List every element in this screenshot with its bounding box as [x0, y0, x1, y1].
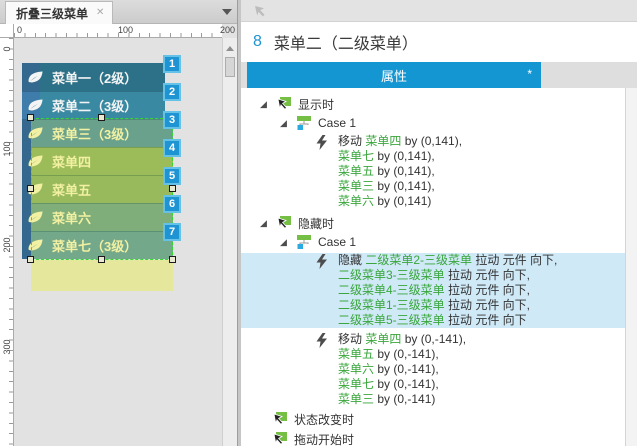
leaf-icon — [28, 71, 43, 83]
collapse-triangle-icon[interactable]: ◢ — [280, 118, 290, 128]
action-move-hide[interactable]: 移动 菜单四 by (0,-141), 菜单五 by (0,-141), 菜单六… — [241, 332, 625, 407]
collapse-triangle-icon[interactable]: ◢ — [260, 99, 270, 109]
action-move-show[interactable]: 移动 菜单四 by (0,141), 菜单七 by (0,141), 菜单五 b… — [241, 134, 625, 209]
v-ruler-label-300: 300 — [2, 339, 12, 355]
event-row-dragstart[interactable]: 拖动开始时 — [241, 429, 625, 446]
case-diagram-icon — [297, 235, 311, 249]
selection-handle-mid-left[interactable] — [27, 185, 34, 192]
event-label: 显示时 — [298, 97, 335, 112]
menu-item-5[interactable]: 菜单五 — [22, 175, 173, 203]
cursor-arrow-icon — [255, 6, 265, 17]
menu-item-label: 菜单一（2级） — [52, 70, 138, 86]
action-hide-selected[interactable]: 隐藏 二级菜单2-三级菜单 拉动 元件 向下, 二级菜单3-三级菜单 拉动 元件… — [241, 253, 625, 328]
event-row-onshow[interactable]: ◢ 显示时 — [241, 94, 625, 114]
vertical-ruler: 0 100 200 300 — [0, 38, 14, 446]
panel-tab-bar: 属性 * — [241, 62, 637, 88]
footnote-badge-3: 3 — [163, 111, 181, 129]
footnote-badge-5: 5 — [163, 167, 181, 185]
h-ruler-label-100: 100 — [118, 25, 134, 35]
scroll-up-icon[interactable] — [226, 46, 234, 51]
event-label: 隐藏时 — [298, 216, 335, 231]
action-bolt-icon — [316, 254, 327, 269]
widget-number: 8 — [253, 33, 262, 50]
case-label: Case 1 — [318, 235, 357, 249]
horizontal-ruler: 0 100 200 — [14, 24, 235, 38]
event-label: 拖动开始时 — [294, 432, 355, 446]
selection-handle-top-left[interactable] — [27, 114, 34, 121]
event-cursor-icon — [273, 432, 287, 445]
hidden-widget-placeholder[interactable] — [31, 260, 173, 291]
tab-close-icon[interactable]: ✕ — [96, 8, 104, 18]
widget-title: 菜单二（二级菜单） — [273, 36, 418, 53]
h-ruler-label-200: 200 — [220, 25, 236, 35]
case-label: Case 1 — [318, 116, 357, 130]
case-diagram-icon — [297, 116, 311, 130]
footnote-badge-2: 2 — [163, 83, 181, 101]
event-label: 状态改变时 — [294, 412, 355, 427]
tab-properties[interactable]: 属性 * — [247, 62, 541, 88]
v-ruler-label-200: 200 — [2, 237, 12, 253]
action-text: 隐藏 二级菜单2-三级菜单 拉动 元件 向下, 二级菜单3-三级菜单 拉动 元件… — [338, 253, 558, 327]
leaf-icon — [28, 99, 43, 111]
v-ruler-label-100: 100 — [2, 141, 12, 157]
footnote-badge-4: 4 — [163, 139, 181, 157]
menu-item-label: 菜单五 — [52, 182, 92, 198]
event-row-onhide[interactable]: ◢ 隐藏时 — [241, 213, 625, 233]
menu-item-label: 菜单七（3级） — [52, 238, 138, 254]
action-text: 移动 菜单四 by (0,141), 菜单七 by (0,141), 菜单五 b… — [338, 134, 463, 208]
menu-item-4[interactable]: 菜单四 — [22, 147, 173, 175]
ruler-corner — [0, 24, 14, 38]
menu-item-7[interactable]: 菜单七（3级） — [22, 231, 173, 259]
tab-list-dropdown-icon[interactable] — [222, 9, 232, 15]
selection-handle-bottom-left[interactable] — [27, 256, 34, 263]
action-text: 移动 菜单四 by (0,-141), 菜单五 by (0,-141), 菜单六… — [338, 332, 467, 406]
event-cursor-icon — [273, 412, 287, 425]
v-ruler-label-0: 0 — [2, 46, 12, 52]
menu-item-label: 菜单四 — [52, 154, 92, 170]
inspector-panel: 8 菜单二（二级菜单） 属性 * ◢ 显示时 ◢ Case 1 移动 菜单四 b… — [241, 0, 637, 446]
action-bolt-icon — [316, 333, 327, 348]
menu-item-6[interactable]: 菜单六 — [22, 203, 173, 231]
leaf-icon — [28, 239, 43, 251]
panel-header-bar — [241, 0, 637, 22]
footnote-badge-6: 6 — [163, 195, 181, 213]
footnote-badge-1: 1 — [163, 55, 181, 73]
scrollbar-thumb[interactable] — [225, 57, 235, 77]
menu-item-label: 菜单二（3级） — [52, 98, 138, 114]
selection-handle-bottom-right[interactable] — [169, 256, 176, 263]
event-cursor-icon — [277, 97, 291, 110]
selection-handle-bottom-mid[interactable] — [98, 256, 105, 263]
action-bolt-icon — [316, 135, 327, 150]
menu-item-1[interactable]: 菜单一（2级） — [22, 63, 165, 91]
document-tab-label: 折叠三级菜单 — [16, 6, 89, 21]
event-cursor-icon — [277, 216, 291, 229]
leaf-icon — [28, 155, 43, 167]
canvas-vertical-scrollbar[interactable] — [222, 38, 237, 446]
interactions-list: ◢ 显示时 ◢ Case 1 移动 菜单四 by (0,141), 菜单七 by… — [241, 88, 625, 446]
event-row-statechange[interactable]: 状态改变时 — [241, 409, 625, 429]
design-canvas[interactable]: 菜单一（2级） 菜单二（3级） 菜单三（3级） 菜单四 菜单五 菜单六 菜单七（… — [14, 38, 222, 446]
footnote-badge-7: 7 — [163, 223, 181, 241]
selection-handle-mid-right[interactable] — [169, 185, 176, 192]
h-ruler-label-0: 0 — [17, 25, 23, 35]
document-tab-bar: 折叠三级菜单 ✕ — [0, 0, 237, 24]
menu-item-label: 菜单三（3级） — [52, 126, 138, 142]
collapse-triangle-icon[interactable]: ◢ — [280, 237, 290, 247]
collapse-triangle-icon[interactable]: ◢ — [260, 218, 270, 228]
menu-item-3[interactable]: 菜单三（3级） — [22, 119, 173, 147]
menu-item-2[interactable]: 菜单二（3级） — [22, 91, 165, 119]
panel-scrollbar-track[interactable] — [625, 88, 637, 446]
selection-handle-top-mid[interactable] — [98, 114, 105, 121]
menu-item-label: 菜单六 — [52, 210, 92, 226]
leaf-icon — [28, 127, 43, 139]
axure-workspace: 折叠三级菜单 ✕ 0 100 200 0 100 200 300 菜单一（2级）… — [0, 0, 637, 446]
document-tab[interactable]: 折叠三级菜单 ✕ — [5, 1, 114, 24]
case-row[interactable]: ◢ Case 1 — [241, 233, 625, 251]
leaf-icon — [28, 211, 43, 223]
widget-title-row: 8 菜单二（二级菜单） — [241, 22, 637, 62]
case-row[interactable]: ◢ Case 1 — [241, 114, 625, 132]
tab-properties-label: 属性 — [380, 68, 407, 84]
unsaved-marker: * — [527, 67, 532, 81]
